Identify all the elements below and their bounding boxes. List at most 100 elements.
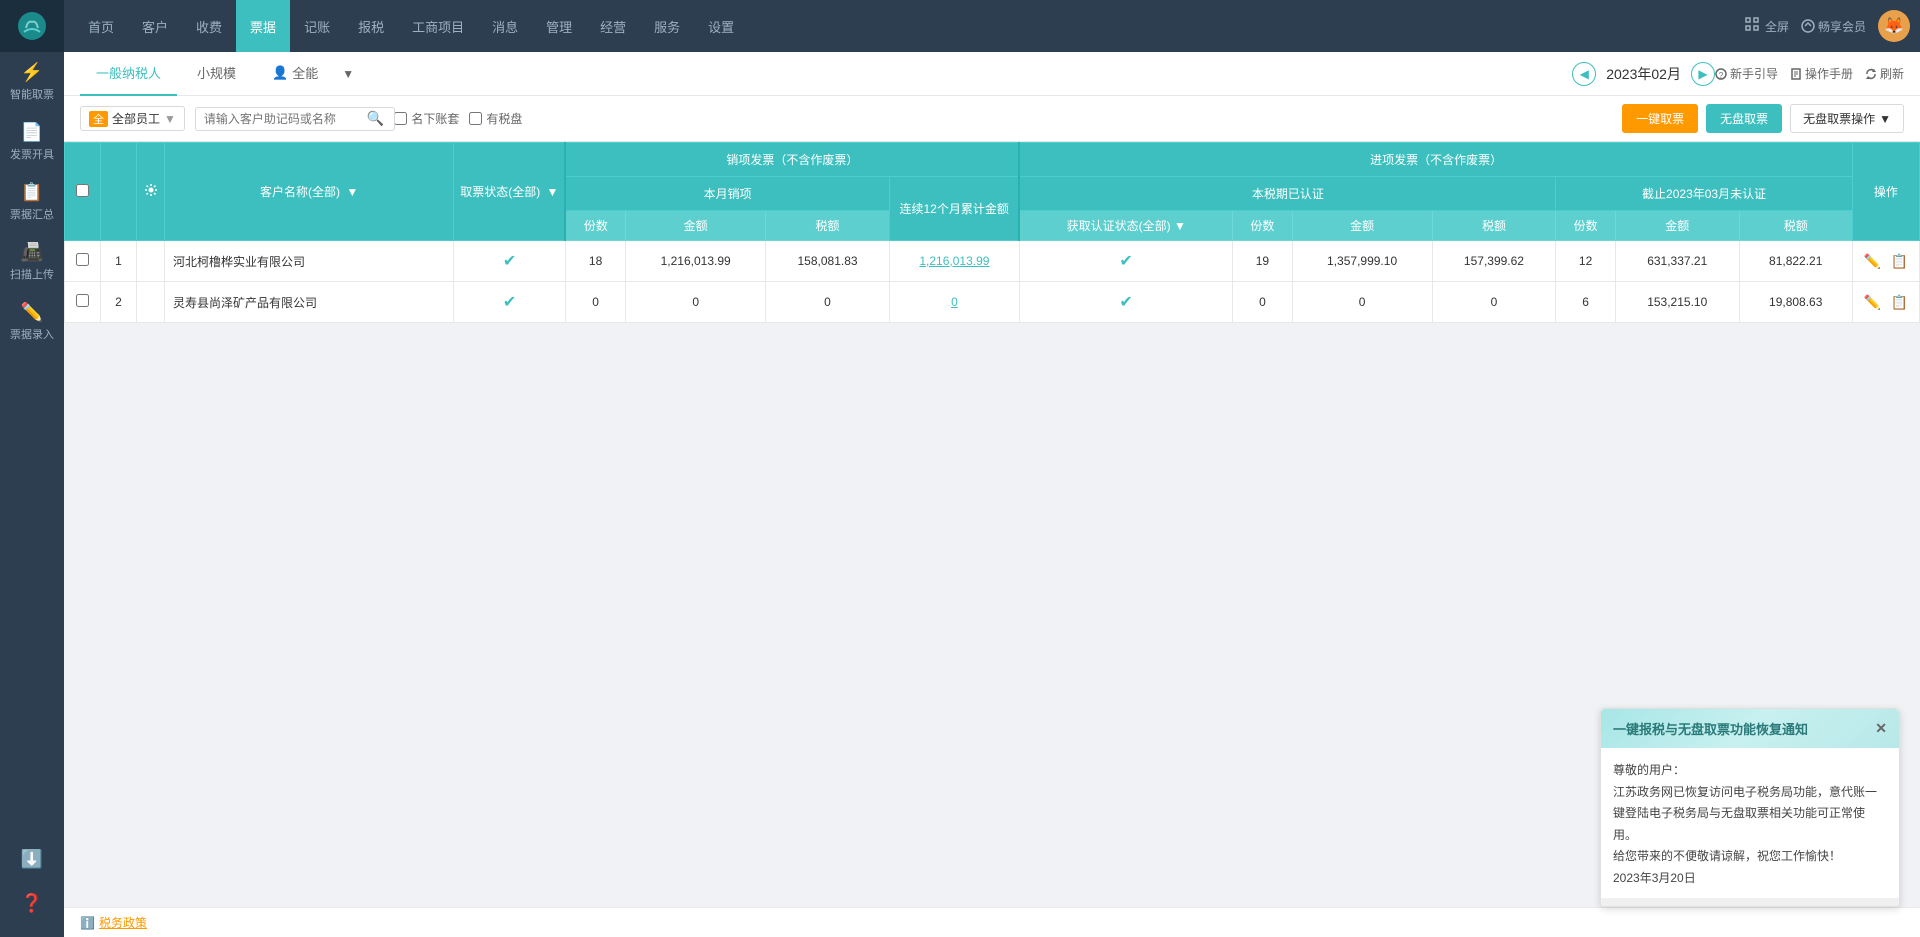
employee-tag: 全	[89, 111, 108, 127]
sidebar-item-smart-fetch[interactable]: ⚡ 智能取票	[0, 52, 64, 112]
row-action-cell: ✏️ 📋	[1852, 241, 1919, 282]
row-edit-icon[interactable]: ✏️	[1864, 253, 1881, 269]
nav-message[interactable]: 消息	[478, 0, 532, 52]
sidebar-item-help[interactable]: ❓	[0, 883, 64, 927]
account-checkbox-text: 名下账套	[411, 110, 459, 127]
row-index: 2	[101, 282, 137, 323]
sidebar-item-invoice-summary[interactable]: 📋 票据汇总	[0, 172, 64, 232]
bottom-bar[interactable]: ℹ️ 税务政策	[64, 907, 1920, 937]
account-checkbox-label[interactable]: 名下账套	[394, 110, 459, 127]
date-prev-button[interactable]: ◀	[1572, 62, 1596, 86]
top-nav-right: 全屏 畅享会员 🦊	[1745, 10, 1910, 42]
tax-policy-icon: ℹ️	[80, 916, 95, 930]
row-uncert-count: 12	[1556, 241, 1615, 282]
nav-management[interactable]: 管理	[532, 0, 586, 52]
row-checkbox-cell	[65, 241, 101, 282]
th-purchase-invoice-group: 进项发票（不含作废票）	[1019, 143, 1852, 177]
fetch-status-check-icon: ✔	[503, 253, 516, 270]
th-cert-tax: 税额	[1432, 211, 1556, 241]
refresh-button[interactable]: 刷新	[1865, 65, 1904, 82]
help-icon: ❓	[21, 893, 43, 914]
row-monthly-tax: 158,081.83	[766, 241, 890, 282]
account-checkbox[interactable]	[394, 112, 407, 125]
scan-upload-icon: 📠	[21, 242, 43, 263]
row-uncert-tax: 81,822.21	[1739, 241, 1852, 282]
nav-operation[interactable]: 经营	[586, 0, 640, 52]
tab-small-scale[interactable]: 小规模	[181, 52, 252, 96]
no-disk-ops-button[interactable]: 无盘取票操作 ▼	[1790, 104, 1904, 133]
download-icon: ⬇️	[21, 849, 43, 870]
row-uncert-amount: 631,337.21	[1615, 241, 1739, 282]
row-checkbox[interactable]	[76, 253, 89, 266]
nav-tax[interactable]: 报税	[344, 0, 398, 52]
sidebar: ⚡ 智能取票 📄 发票开具 📋 票据汇总 📠 扫描上传 ✏️ 票据录入 ⬇️ ❓	[0, 0, 64, 937]
customer-filter-icon[interactable]: ▼	[346, 185, 358, 199]
row-cumulative-12: 0	[889, 282, 1019, 323]
th-current-period-certified: 本税期已认证	[1019, 177, 1555, 211]
notification-title: 一键报税与无盘取票功能恢复通知	[1613, 719, 1808, 738]
sidebar-item-smart-fetch-label: 智能取票	[10, 86, 54, 102]
nav-service[interactable]: 服务	[640, 0, 694, 52]
notification-header: 一键报税与无盘取票功能恢复通知 ✕	[1601, 709, 1899, 748]
search-button[interactable]: 🔍	[367, 110, 384, 127]
th-fetch-status: 取票状态(全部) ▼	[454, 143, 566, 241]
member-button[interactable]: 畅享会员	[1801, 18, 1866, 35]
row-checkbox[interactable]	[76, 294, 89, 307]
tab-all-label: 全能	[292, 63, 318, 82]
sidebar-item-scan-upload[interactable]: 📠 扫描上传	[0, 232, 64, 292]
sidebar-bottom: ⬇️ ❓	[0, 839, 64, 937]
user-avatar[interactable]: 🦊	[1878, 10, 1910, 42]
row-customer-name[interactable]: 灵寿县尚泽矿产品有限公司	[165, 282, 454, 323]
sidebar-item-data-entry-label: 票据录入	[10, 326, 54, 342]
nav-business[interactable]: 工商项目	[398, 0, 478, 52]
no-disk-fetch-button[interactable]: 无盘取票	[1706, 104, 1782, 133]
search-input[interactable]	[195, 107, 395, 131]
notification-close-button[interactable]: ✕	[1875, 720, 1887, 737]
cert-status-filter-icon[interactable]: ▼	[1174, 219, 1186, 233]
top-nav: 首页 客户 收费 票据 记账 报税 工商项目 消息 管理 经营 服务 设置 全屏…	[64, 0, 1920, 52]
select-all-checkbox[interactable]	[76, 184, 89, 197]
all-icon: 👤	[272, 65, 288, 81]
row-action-cell: ✏️ 📋	[1852, 282, 1919, 323]
date-next-button[interactable]: ▶	[1691, 62, 1715, 86]
row-customer-name[interactable]: 河北柯橹桦实业有限公司	[165, 241, 454, 282]
fullscreen-button[interactable]: 全屏	[1745, 17, 1789, 35]
th-monthly-amount: 金额	[626, 211, 766, 241]
nav-settings[interactable]: 设置	[694, 0, 748, 52]
tab-bar: 一般纳税人 小规模 👤 全能 ▼ ◀ 2023年02月 ▶ ? 新手引导	[64, 52, 1920, 96]
notification-line: 给您带来的不便敬请谅解，祝您工作愉快！	[1613, 846, 1887, 868]
tab-all[interactable]: 👤 全能	[256, 52, 334, 96]
row-cert-tax: 157,399.62	[1432, 241, 1556, 282]
refresh-label: 刷新	[1880, 65, 1904, 82]
tax-disk-checkbox[interactable]	[469, 112, 482, 125]
tax-disk-checkbox-label[interactable]: 有税盘	[469, 110, 522, 127]
tax-policy-link[interactable]: 税务政策	[99, 914, 147, 931]
manual-button[interactable]: 操作手册	[1790, 65, 1853, 82]
fetch-status-filter-icon[interactable]: ▼	[547, 185, 559, 199]
sidebar-item-data-entry[interactable]: ✏️ 票据录入	[0, 292, 64, 352]
cumulative-12-link[interactable]: 1,216,013.99	[919, 254, 989, 268]
row-edit-icon[interactable]: ✏️	[1864, 294, 1881, 310]
th-uncertified-by: 截止2023年03月未认证	[1556, 177, 1852, 211]
cumulative-12-link[interactable]: 0	[951, 295, 958, 309]
notification-line: 尊敬的用户：	[1613, 760, 1887, 782]
notification-scrollbar[interactable]	[1601, 898, 1899, 906]
sidebar-item-download[interactable]: ⬇️	[0, 839, 64, 883]
nav-collection[interactable]: 收费	[182, 0, 236, 52]
nav-home[interactable]: 首页	[74, 0, 128, 52]
row-view-icon[interactable]: 📋	[1891, 294, 1908, 310]
data-entry-icon: ✏️	[21, 302, 43, 323]
new-guide-button[interactable]: ? 新手引导	[1715, 65, 1778, 82]
nav-customer[interactable]: 客户	[128, 0, 182, 52]
nav-bookkeeping[interactable]: 记账	[290, 0, 344, 52]
sidebar-item-issue-invoice[interactable]: 📄 发票开具	[0, 112, 64, 172]
tab-general-taxpayer[interactable]: 一般纳税人	[80, 52, 177, 96]
employee-select[interactable]: 全 全部员工 ▼	[80, 106, 185, 131]
tab-more-dropdown[interactable]: ▼	[342, 67, 354, 81]
row-uncert-tax: 19,808.63	[1739, 282, 1852, 323]
notification-line: 用。	[1613, 825, 1887, 847]
date-navigation: ◀ 2023年02月 ▶	[1572, 62, 1715, 86]
nav-invoice[interactable]: 票据	[236, 0, 290, 52]
one-click-fetch-button[interactable]: 一键取票	[1622, 104, 1698, 133]
row-view-icon[interactable]: 📋	[1891, 253, 1908, 269]
